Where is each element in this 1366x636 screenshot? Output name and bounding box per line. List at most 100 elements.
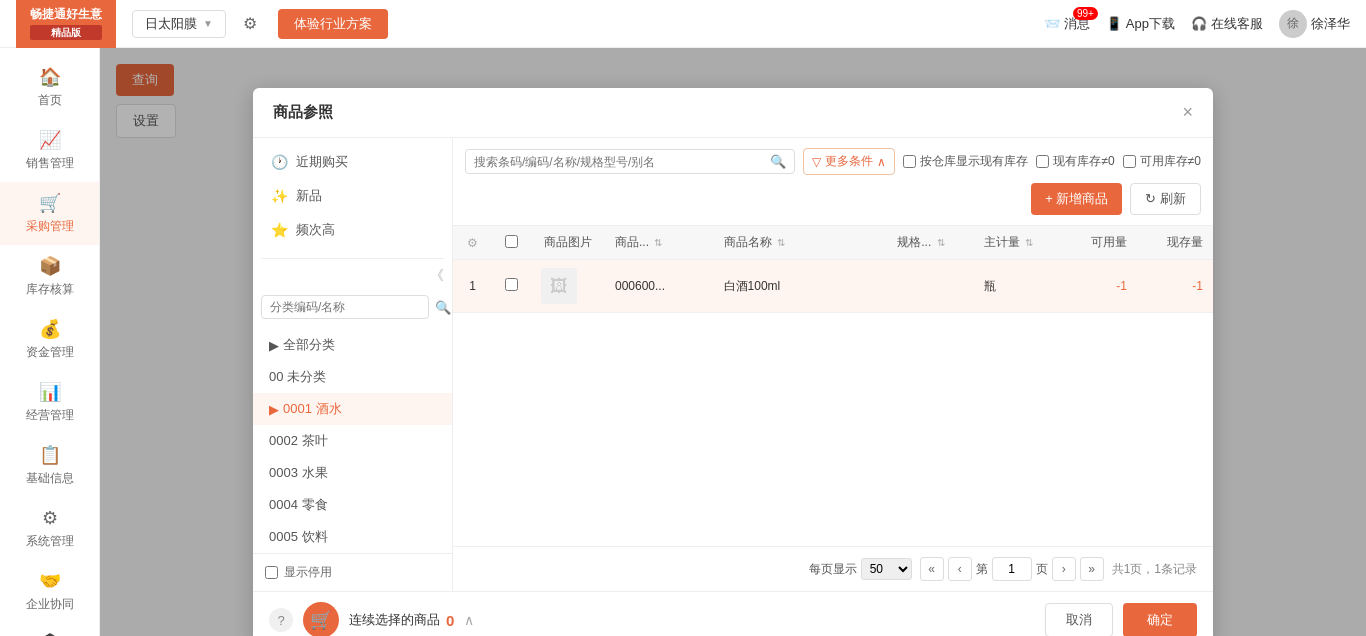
online-service-item[interactable]: 🎧 在线客服 (1191, 15, 1263, 33)
add-product-button[interactable]: + 新增商品 (1031, 183, 1122, 215)
table-settings-icon[interactable]: ⚙ (467, 236, 478, 250)
col-header-code[interactable]: 商品... ⇅ (605, 226, 714, 260)
topbar: 畅捷通好生意 精品版 日太阳膜 ▼ ⚙ 体验行业方案 📨 消息 99+ 📱 Ap… (0, 0, 1366, 48)
page-number-input[interactable] (992, 557, 1032, 581)
left-footer: 显示停用 (253, 553, 452, 591)
warehouse-stock-label: 按仓库显示现有库存 (920, 153, 1028, 170)
operations-icon: 📊 (39, 381, 61, 403)
col-header-unit[interactable]: 主计量 ⇅ (974, 226, 1050, 260)
sidebar-item-inventory[interactable]: 📦 库存核算 (0, 245, 99, 308)
row-checkbox[interactable] (505, 278, 518, 291)
sidebar-label-inventory: 库存核算 (26, 281, 74, 298)
col-header-avail[interactable]: 可用量 (1050, 226, 1137, 260)
available-nonzero-checkbox[interactable] (1036, 155, 1049, 168)
available-nonzero-filter[interactable]: 现有库存≠0 (1036, 153, 1114, 170)
category-beverage[interactable]: 0005 饮料 (253, 521, 452, 553)
sidebar-item-purchase[interactable]: 🛒 采购管理 (0, 182, 99, 245)
cancel-button[interactable]: 取消 (1045, 603, 1113, 636)
col-header-img: 商品图片 (531, 226, 605, 260)
left-divider (261, 258, 444, 259)
name-sort-icon[interactable]: ⇅ (777, 237, 785, 248)
system-icon: ⚙ (42, 507, 58, 529)
warehouse-stock-checkbox[interactable] (903, 155, 916, 168)
show-disabled-label[interactable]: 显示停用 (265, 564, 440, 581)
select-all-checkbox[interactable] (505, 235, 518, 248)
sidebar-item-operations[interactable]: 📊 经营管理 (0, 371, 99, 434)
unit-sort-icon[interactable]: ⇅ (1025, 237, 1033, 248)
page-size-select[interactable]: 50 20 100 (861, 558, 912, 580)
collapse-cart-button[interactable]: ∧ (464, 612, 474, 628)
product-search-box: 🔍 (465, 149, 795, 174)
filter-label: 更多条件 (825, 153, 873, 170)
category-tea[interactable]: 0002 茶叶 (253, 425, 452, 457)
user-item[interactable]: 徐 徐泽华 (1279, 10, 1350, 38)
category-liquor[interactable]: ▶ 0001 酒水 (253, 393, 452, 425)
category-search-input[interactable] (261, 295, 429, 319)
gear-button[interactable]: ⚙ (234, 8, 266, 40)
col-header-settings[interactable]: ⚙ (453, 226, 492, 260)
last-page-button[interactable]: » (1080, 557, 1104, 581)
next-page-button[interactable]: › (1052, 557, 1076, 581)
sidebar-label-operations: 经营管理 (26, 407, 74, 424)
company-selector[interactable]: 日太阳膜 ▼ (132, 10, 226, 38)
product-search-input[interactable] (474, 155, 764, 169)
cart-button[interactable]: 🛒 (303, 602, 339, 636)
tab-recent[interactable]: 🕐 近期购买 (261, 146, 444, 178)
code-sort-icon[interactable]: ⇅ (654, 237, 662, 248)
trial-button[interactable]: 体验行业方案 (278, 9, 388, 39)
online-service-label: 在线客服 (1211, 15, 1263, 33)
sales-icon: 📈 (39, 129, 61, 151)
category-uncategorized[interactable]: 00 未分类 (253, 361, 452, 393)
col-header-name[interactable]: 商品名称 ⇅ (714, 226, 888, 260)
more-filter-button[interactable]: ▽ 更多条件 ∧ (803, 148, 895, 175)
row-num: 1 (453, 260, 492, 313)
app-download-item[interactable]: 📱 App下载 (1106, 15, 1175, 33)
product-search-icon[interactable]: 🔍 (770, 154, 786, 169)
row-check[interactable] (492, 260, 531, 313)
table-row[interactable]: 1 🖼 000600... 白酒100ml (453, 260, 1213, 313)
sidebar-item-system[interactable]: ⚙ 系统管理 (0, 497, 99, 560)
message-item[interactable]: 📨 消息 99+ (1044, 15, 1090, 33)
category-snack[interactable]: 0004 零食 (253, 489, 452, 521)
show-disabled-checkbox[interactable] (265, 566, 278, 579)
first-page-button[interactable]: « (920, 557, 944, 581)
page-size-label: 每页显示 (809, 561, 857, 578)
tab-new[interactable]: ✨ 新品 (261, 180, 444, 212)
page-navigation: « ‹ 第 页 › » (920, 557, 1104, 581)
sidebar-label-sales: 销售管理 (26, 155, 74, 172)
headset-icon: 🎧 (1191, 16, 1207, 31)
sidebar-item-finance[interactable]: 💰 资金管理 (0, 308, 99, 371)
row-img: 🖼 (531, 260, 605, 313)
modal-right-panel: 🔍 ▽ 更多条件 ∧ 按仓库显示现有库存 (453, 138, 1213, 591)
collapse-left-button[interactable]: 《 (430, 267, 444, 285)
username-label: 徐泽华 (1311, 15, 1350, 33)
row-name: 白酒100ml (714, 260, 888, 313)
page-size-selector: 每页显示 50 20 100 (809, 558, 912, 580)
spec-sort-icon[interactable]: ⇅ (937, 237, 945, 248)
prev-page-button[interactable]: ‹ (948, 557, 972, 581)
sidebar-item-basic-info[interactable]: 📋 基础信息 (0, 434, 99, 497)
modal-close-button[interactable]: × (1182, 102, 1193, 123)
col-header-stock[interactable]: 现存量 (1137, 226, 1213, 260)
sidebar-item-sales[interactable]: 📈 销售管理 (0, 119, 99, 182)
message-icon: 📨 (1044, 16, 1060, 31)
confirm-button[interactable]: 确定 (1123, 603, 1197, 636)
sidebar-item-enterprise[interactable]: 🤝 企业协同 (0, 560, 99, 623)
category-all[interactable]: ▶ 全部分类 (253, 329, 452, 361)
help-button[interactable]: ? (269, 608, 293, 632)
tab-frequent[interactable]: ⭐ 频次高 (261, 214, 444, 246)
col-header-spec[interactable]: 规格... ⇅ (887, 226, 974, 260)
category-fruit[interactable]: 0003 水果 (253, 457, 452, 489)
page-suffix: 页 (1036, 561, 1048, 578)
refresh-button[interactable]: ↻ 刷新 (1130, 183, 1201, 215)
sidebar-item-guide[interactable]: 🎓 新手引导 (0, 623, 99, 636)
category-fruit-label: 0003 水果 (269, 464, 328, 482)
usable-nonzero-filter[interactable]: 可用库存≠0 (1123, 153, 1201, 170)
usable-nonzero-checkbox[interactable] (1123, 155, 1136, 168)
warehouse-stock-filter[interactable]: 按仓库显示现有库存 (903, 153, 1028, 170)
modal-header: 商品参照 × (253, 88, 1213, 138)
category-search-icon[interactable]: 🔍 (435, 300, 451, 315)
sidebar-item-home[interactable]: 🏠 首页 (0, 56, 99, 119)
col-header-check[interactable] (492, 226, 531, 260)
tab-recent-label: 近期购买 (296, 153, 348, 171)
